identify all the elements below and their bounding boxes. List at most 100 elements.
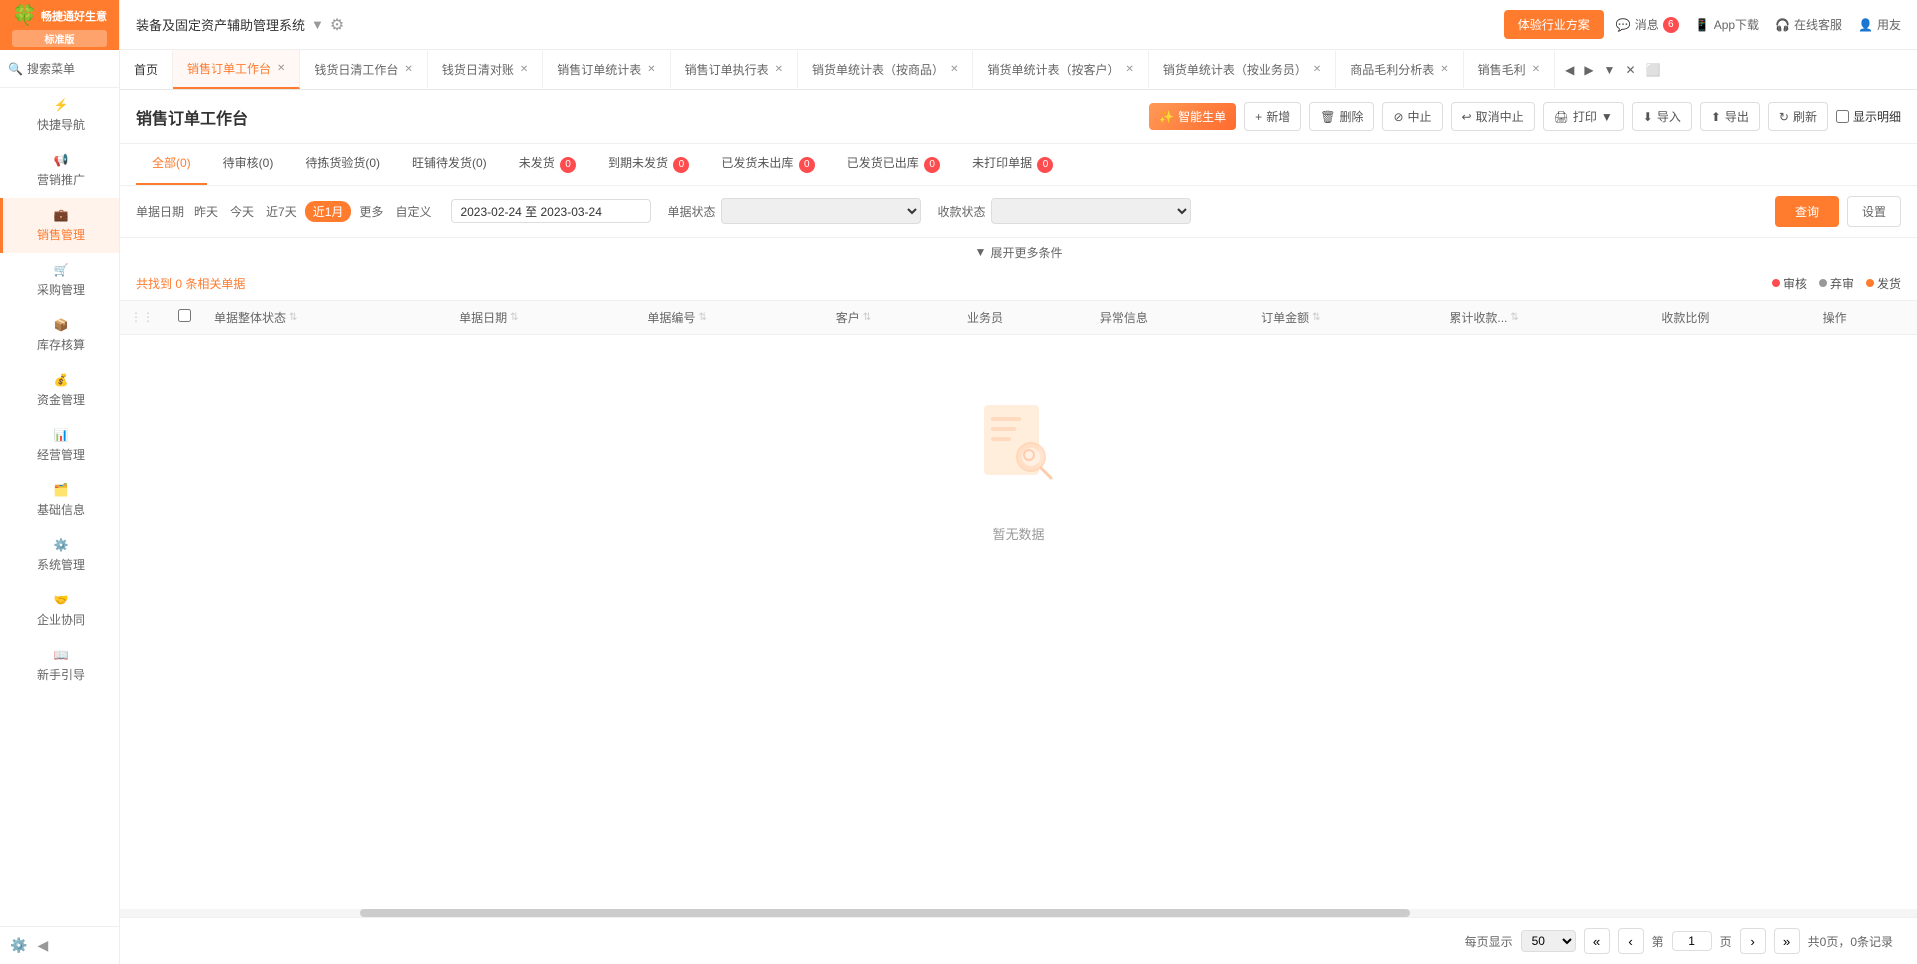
th-amount[interactable]: 订单金额 ⇅ bbox=[1251, 301, 1439, 335]
shortcut-custom[interactable]: 自定义 bbox=[391, 201, 435, 222]
tab-gross-profit[interactable]: 商品毛利分析表 ✕ bbox=[1336, 51, 1463, 88]
sidebar-item-finance[interactable]: 💰 资金管理 bbox=[0, 363, 119, 418]
tab-more-btn[interactable]: ▼ bbox=[1600, 61, 1620, 79]
shortcut-1month[interactable]: 近1月 bbox=[305, 201, 352, 222]
user-menu[interactable]: 👤 用友 bbox=[1858, 16, 1901, 33]
page-number-input[interactable] bbox=[1672, 931, 1712, 951]
tab-sales-workbench[interactable]: 销售订单工作台 ✕ bbox=[173, 50, 300, 89]
collapse-btn[interactable]: ◀ bbox=[37, 937, 48, 954]
export-btn[interactable]: ⬆ 导出 bbox=[1700, 102, 1760, 131]
tab-home[interactable]: 首页 bbox=[120, 51, 173, 88]
th-collected[interactable]: 累计收款... ⇅ bbox=[1439, 301, 1651, 335]
filter-setting-btn[interactable]: 设置 bbox=[1847, 196, 1901, 227]
sidebar-item-system[interactable]: ⚙️ 系统管理 bbox=[0, 528, 119, 583]
sidebar-item-quick-nav[interactable]: ⚡ 快捷导航 bbox=[0, 88, 119, 143]
tab-cash-daily[interactable]: 钱货日清工作台 ✕ bbox=[300, 51, 427, 88]
th-date[interactable]: 单据日期 ⇅ bbox=[449, 301, 637, 335]
sidebar-item-marketing[interactable]: 📢 营销推广 bbox=[0, 143, 119, 198]
th-checkbox[interactable] bbox=[164, 301, 204, 335]
cancel-stop-btn[interactable]: ↩ 取消中止 bbox=[1451, 102, 1535, 131]
sidebar-item-enterprise[interactable]: 🤝 企业协同 bbox=[0, 583, 119, 638]
tab-close-all-btn[interactable]: ✕ bbox=[1621, 61, 1639, 79]
tab-scroll-right-btn[interactable]: ▶ bbox=[1580, 61, 1597, 79]
ship-action-btn[interactable]: 发货 bbox=[1866, 275, 1901, 292]
cancel-review-action-btn[interactable]: 弃审 bbox=[1819, 275, 1854, 292]
next-page-btn[interactable]: › bbox=[1740, 928, 1766, 954]
tab-close-icon[interactable]: ✕ bbox=[277, 63, 285, 74]
select-all-checkbox[interactable] bbox=[178, 309, 191, 322]
filter-tab-pending-inspect[interactable]: 待拣货验货(0) bbox=[289, 144, 396, 185]
prev-page-btn[interactable]: ‹ bbox=[1618, 928, 1644, 954]
scrollbar-thumb[interactable] bbox=[360, 909, 1410, 917]
tab-cash-reconcile[interactable]: 钱货日清对账 ✕ bbox=[428, 51, 543, 88]
app-download-btn[interactable]: 📱 App下载 bbox=[1695, 16, 1759, 33]
finance-icon: 💰 bbox=[54, 373, 69, 387]
print-btn[interactable]: 🖨 打印 ▼ bbox=[1543, 102, 1624, 131]
industry-solution-btn[interactable]: 体验行业方案 bbox=[1504, 10, 1604, 39]
tab-sales-stat[interactable]: 销售订单统计表 ✕ bbox=[543, 51, 670, 88]
tab-close-icon[interactable]: ✕ bbox=[1313, 64, 1321, 75]
shortcut-yesterday[interactable]: 昨天 bbox=[190, 201, 222, 222]
filter-tab-not-printed[interactable]: 未打印单据 0 bbox=[956, 144, 1069, 185]
sidebar-item-purchase[interactable]: 🛒 采购管理 bbox=[0, 253, 119, 308]
tab-sales-summary-product[interactable]: 销货单统计表（按商品） ✕ bbox=[798, 51, 973, 88]
status-select[interactable] bbox=[721, 198, 921, 224]
tab-close-icon[interactable]: ✕ bbox=[520, 64, 528, 75]
horizontal-scrollbar[interactable] bbox=[120, 909, 1917, 917]
last-page-btn[interactable]: » bbox=[1774, 928, 1800, 954]
tab-close-icon[interactable]: ✕ bbox=[950, 64, 958, 75]
tab-maximize-btn[interactable]: ⬜ bbox=[1642, 61, 1665, 79]
message-btn[interactable]: 💬 消息 6 bbox=[1616, 16, 1679, 33]
settings-footer-btn[interactable]: ⚙️ bbox=[10, 937, 27, 954]
gear-icon[interactable]: ⚙ bbox=[330, 15, 344, 35]
sidebar-item-inventory[interactable]: 📦 库存核算 bbox=[0, 308, 119, 363]
sidebar-item-guide[interactable]: 📖 新手引导 bbox=[0, 638, 119, 693]
filter-tab-not-shipped[interactable]: 未发货 0 bbox=[503, 144, 592, 185]
search-btn[interactable]: 查询 bbox=[1775, 196, 1839, 227]
stop-btn[interactable]: ⊘ 中止 bbox=[1382, 102, 1442, 131]
tab-close-icon[interactable]: ✕ bbox=[1440, 64, 1448, 75]
tab-sales-summary-customer[interactable]: 销货单统计表（按客户） ✕ bbox=[973, 51, 1148, 88]
show-detail-toggle[interactable]: 显示明细 bbox=[1836, 108, 1901, 125]
th-customer[interactable]: 客户 ⇅ bbox=[826, 301, 957, 335]
shortcut-7days[interactable]: 近7天 bbox=[262, 201, 301, 222]
sidebar-item-sales[interactable]: 💼 销售管理 bbox=[0, 198, 119, 253]
sidebar-search[interactable]: 🔍 搜索菜单 bbox=[0, 50, 119, 88]
expand-btn[interactable]: ▼ 展开更多条件 bbox=[975, 244, 1063, 261]
tab-close-icon[interactable]: ✕ bbox=[404, 64, 412, 75]
tab-sales-profit[interactable]: 销售毛利 ✕ bbox=[1464, 51, 1555, 88]
sidebar-item-operations[interactable]: 📊 经营管理 bbox=[0, 418, 119, 473]
inventory-icon: 📦 bbox=[54, 318, 69, 332]
refresh-btn[interactable]: ↻ 刷新 bbox=[1768, 102, 1828, 131]
tab-close-icon[interactable]: ✕ bbox=[1125, 64, 1133, 75]
first-page-btn[interactable]: « bbox=[1584, 928, 1610, 954]
filter-tab-pending-review[interactable]: 待审核(0) bbox=[207, 144, 290, 185]
online-service-btn[interactable]: 🎧 在线客服 bbox=[1775, 16, 1842, 33]
filter-tab-shipped-out[interactable]: 已发货已出库 0 bbox=[831, 144, 956, 185]
sidebar-item-base-info[interactable]: 🗂️ 基础信息 bbox=[0, 473, 119, 528]
import-btn[interactable]: ⬇ 导入 bbox=[1632, 102, 1692, 131]
tab-close-icon[interactable]: ✕ bbox=[647, 64, 655, 75]
tab-close-icon[interactable]: ✕ bbox=[1532, 64, 1540, 75]
page-size-select[interactable]: 10 20 50 100 bbox=[1521, 930, 1576, 952]
add-btn[interactable]: + 新增 bbox=[1244, 102, 1301, 131]
review-action-btn[interactable]: 审核 bbox=[1772, 275, 1807, 292]
filter-tab-all[interactable]: 全部(0) bbox=[136, 144, 207, 185]
show-detail-checkbox[interactable] bbox=[1836, 110, 1849, 123]
tab-scroll-left-btn[interactable]: ◀ bbox=[1561, 61, 1578, 79]
ai-generate-btn[interactable]: ✨ 智能生单 bbox=[1149, 103, 1236, 130]
filter-tab-shipped-not-out[interactable]: 已发货未出库 0 bbox=[705, 144, 830, 185]
payment-select[interactable] bbox=[991, 198, 1191, 224]
tab-sales-summary-staff[interactable]: 销货单统计表（按业务员） ✕ bbox=[1149, 51, 1336, 88]
date-range-input[interactable] bbox=[451, 199, 651, 223]
tab-close-icon[interactable]: ✕ bbox=[775, 64, 783, 75]
shortcut-more[interactable]: 更多 bbox=[355, 201, 387, 222]
tab-sales-exec[interactable]: 销售订单执行表 ✕ bbox=[671, 51, 798, 88]
filter-tab-wangpu[interactable]: 旺铺待发货(0) bbox=[396, 144, 503, 185]
sidebar-item-label: 营销推广 bbox=[37, 171, 85, 188]
th-number[interactable]: 单据编号 ⇅ bbox=[637, 301, 825, 335]
filter-tab-expired[interactable]: 到期未发货 0 bbox=[592, 144, 705, 185]
shortcut-today[interactable]: 今天 bbox=[226, 201, 258, 222]
delete-btn[interactable]: 🗑 删除 bbox=[1309, 102, 1374, 131]
th-status[interactable]: 单据整体状态 ⇅ bbox=[204, 301, 449, 335]
